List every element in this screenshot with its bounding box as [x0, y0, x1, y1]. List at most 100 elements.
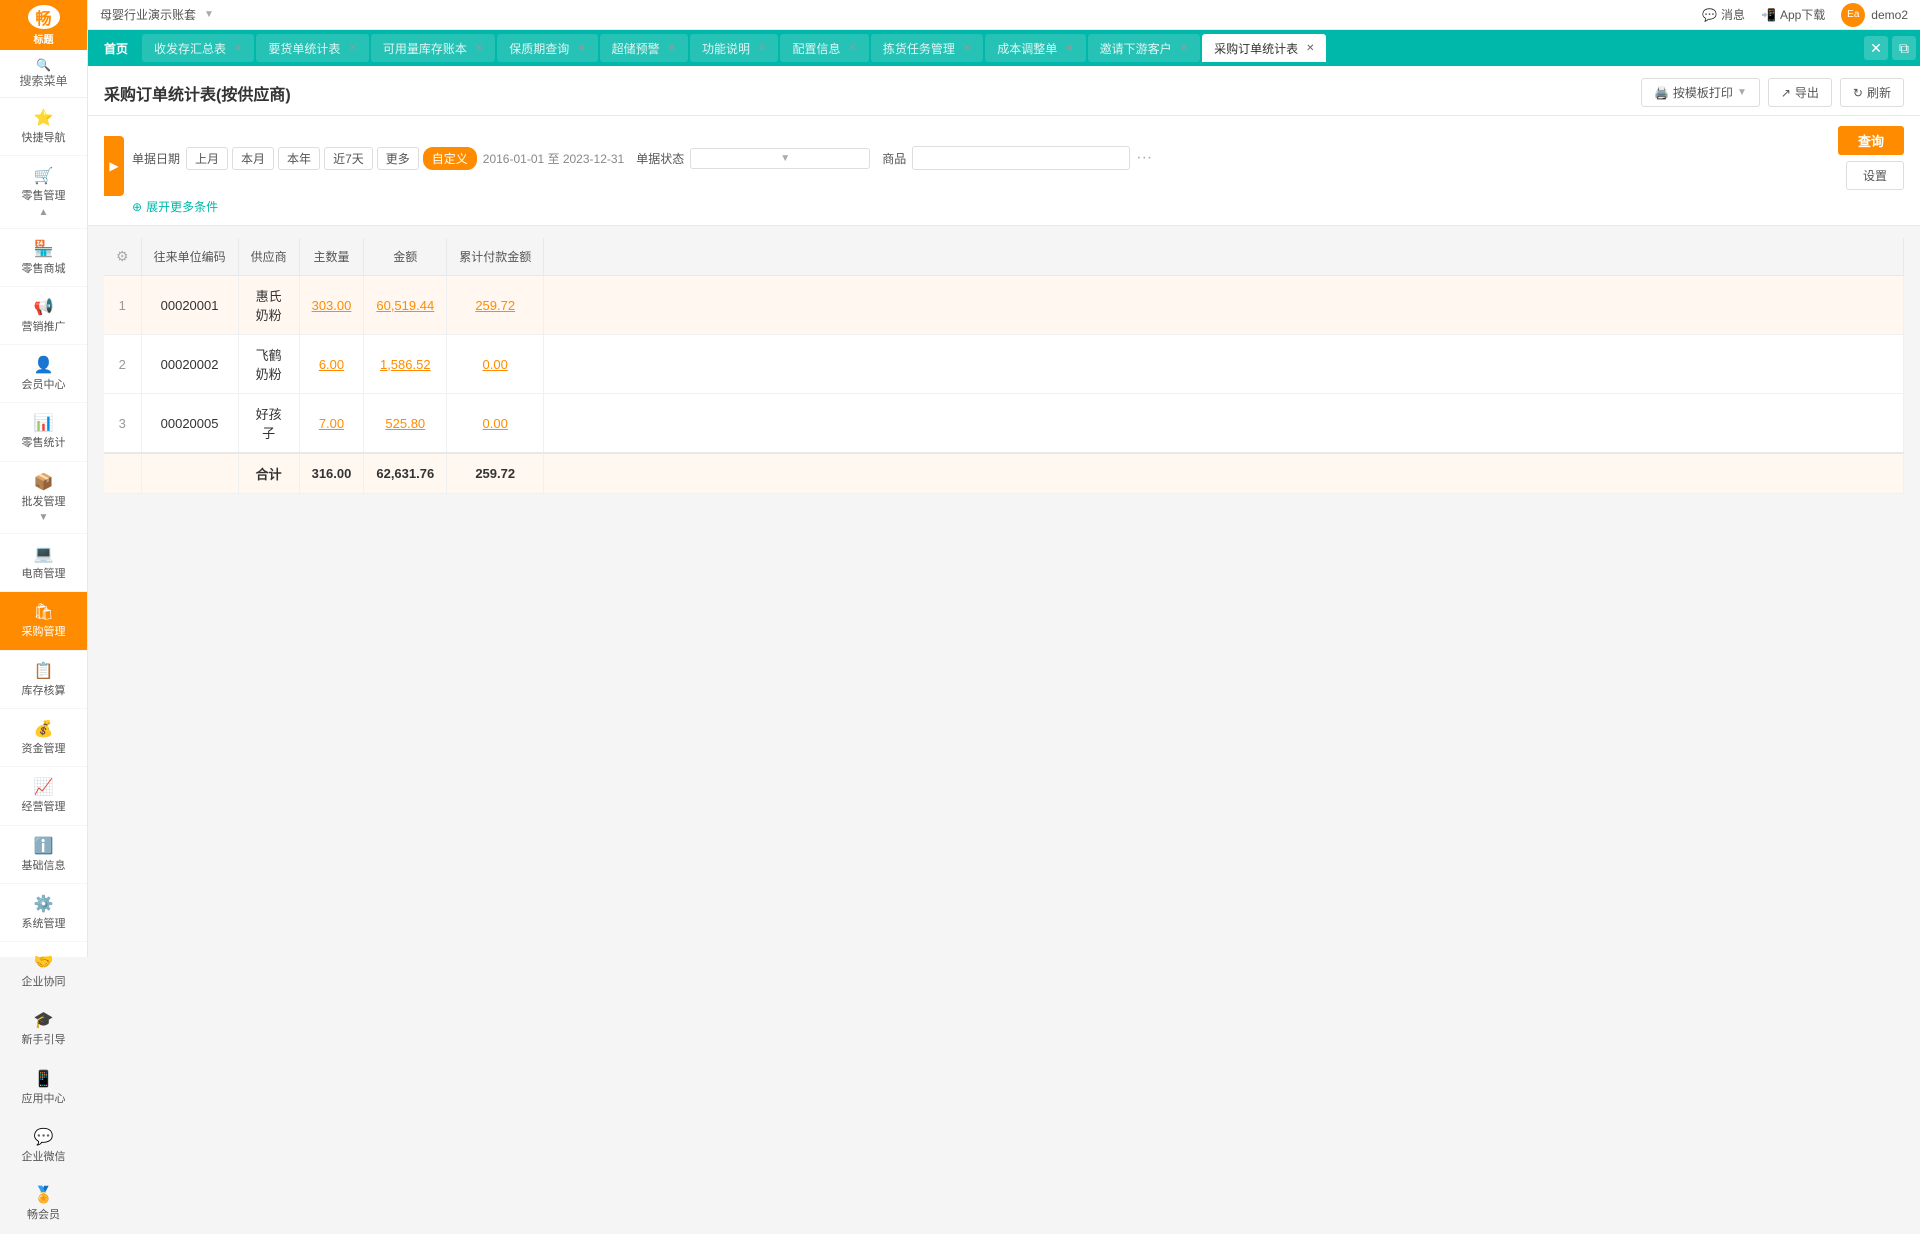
tab-label: 成本调整单 [997, 40, 1057, 57]
sidebar-item-finance-mgmt[interactable]: 💰 资金管理 [0, 709, 87, 767]
cell-supplier: 惠氏奶粉 [238, 276, 299, 335]
goods-filter: 商品 ··· [882, 146, 1152, 170]
close-icon[interactable]: ✕ [1065, 43, 1073, 54]
sidebar-item-search[interactable]: 🔍 搜索菜单 [0, 50, 87, 98]
tab-receive-summary[interactable]: 收发存汇总表 ✕ [142, 34, 254, 62]
tab-purchase-summary[interactable]: 采购订单统计表 ✕ [1202, 34, 1326, 62]
page-header: 采购订单统计表(按供应商) 🖨️ 按模板打印 ▼ ↗ 导出 ↻ 刷新 [88, 66, 1920, 116]
footer-amount: 62,631.76 [364, 453, 447, 494]
sidebar-item-wholesale-mgmt[interactable]: 📦 批发管理 ▼ [0, 462, 87, 534]
close-icon[interactable]: ✕ [963, 43, 971, 54]
tab-function-desc[interactable]: 功能说明 ✕ [690, 34, 778, 62]
close-icon[interactable]: ✕ [348, 43, 356, 54]
tab-label: 拣货任务管理 [883, 40, 955, 57]
footer-label: 合计 [238, 453, 299, 494]
top-bar-actions: 💬 消息 📲 App下载 Ea demo2 [1702, 3, 1908, 27]
sidebar-item-new-guide[interactable]: 🎓 新手引导 [0, 1000, 87, 1058]
close-icon[interactable]: ✕ [668, 43, 676, 54]
tab-expiry-query[interactable]: 保质期查询 ✕ [497, 34, 597, 62]
tab-home[interactable]: 首页 [92, 34, 140, 62]
export-button[interactable]: ↗ 导出 [1768, 78, 1832, 107]
tab-order-summary[interactable]: 要货单统计表 ✕ [256, 34, 368, 62]
print-button[interactable]: 🖨️ 按模板打印 ▼ [1641, 78, 1760, 107]
goods-input[interactable] [921, 151, 1121, 165]
cell-quantity[interactable]: 6.00 [299, 335, 364, 394]
tab-overstock-warning[interactable]: 超储预警 ✕ [600, 34, 688, 62]
close-icon[interactable]: ✕ [1306, 43, 1314, 54]
cell-paid[interactable]: 259.72 [447, 276, 544, 335]
sidebar-item-system-mgmt[interactable]: ⚙️ 系统管理 [0, 884, 87, 942]
cell-amount[interactable]: 1,586.52 [364, 335, 447, 394]
date-shortcut-custom[interactable]: 自定义 [423, 147, 477, 170]
tab-cost-adjust[interactable]: 成本调整单 ✕ [985, 34, 1085, 62]
settings-button[interactable]: 设置 [1846, 161, 1904, 190]
sidebar-item-retail-store[interactable]: 🏪 零售商城 [0, 229, 87, 287]
collapse-filter-btn[interactable]: ▶ [104, 136, 124, 196]
sidebar-item-inventory-check[interactable]: 📋 库存核算 [0, 651, 87, 709]
workspace-selector[interactable]: 母婴行业演示账套 ▼ [100, 6, 214, 23]
sidebar-item-member-center[interactable]: 👤 会员中心 [0, 345, 87, 403]
action-buttons: 查询 设置 [1838, 126, 1904, 190]
table-row: 1 00020001 惠氏奶粉 303.00 60,519.44 259.72 [104, 276, 1904, 335]
settings-icon[interactable]: ⚙ [116, 248, 129, 264]
footer-quantity: 316.00 [299, 453, 364, 494]
tab-pickup-task[interactable]: 拣货任务管理 ✕ [871, 34, 983, 62]
expand-more-conditions-btn[interactable]: ⊕ 展开更多条件 [132, 198, 1904, 215]
cell-amount[interactable]: 60,519.44 [364, 276, 447, 335]
close-icon[interactable]: ✕ [234, 43, 242, 54]
close-icon[interactable]: ✕ [577, 43, 585, 54]
cell-amount[interactable]: 525.80 [364, 394, 447, 454]
date-shortcut-more[interactable]: 更多 [377, 147, 419, 170]
tab-config-info[interactable]: 配置信息 ✕ [780, 34, 868, 62]
sidebar-item-enterprise-collab[interactable]: 🤝 企业协同 [0, 942, 87, 1000]
filter-area: ▶ 单据日期 上月 本月 本年 近7天 更多 自定义 [88, 116, 1920, 226]
tab-inventory-ledger[interactable]: 可用量库存账本 ✕ [371, 34, 495, 62]
sidebar-item-purchase-mgmt[interactable]: 🛍 采购管理 [0, 592, 87, 650]
search-button[interactable]: 查询 [1838, 126, 1904, 155]
close-icon[interactable]: ✕ [848, 43, 856, 54]
date-shortcut-last-month[interactable]: 上月 [186, 147, 228, 170]
cell-quantity[interactable]: 7.00 [299, 394, 364, 454]
cell-quantity[interactable]: 303.00 [299, 276, 364, 335]
cell-paid[interactable]: 0.00 [447, 335, 544, 394]
tab-invite-downstream[interactable]: 邀请下游客户 ✕ [1088, 34, 1200, 62]
date-shortcut-7days[interactable]: 近7天 [324, 147, 373, 170]
sidebar-item-retail-mgmt[interactable]: 🛒 零售管理 ▲ [0, 156, 87, 228]
printer-icon: 🖨️ [1654, 86, 1669, 100]
user-info[interactable]: Ea demo2 [1841, 3, 1908, 27]
sidebar-item-app-center[interactable]: 📱 应用中心 [0, 1059, 87, 1117]
close-icon[interactable]: ✕ [1180, 43, 1188, 54]
more-options-btn[interactable]: ··· [1136, 149, 1152, 167]
sidebar-item-operation-mgmt[interactable]: 📈 经营管理 [0, 767, 87, 825]
sidebar-item-enterprise-wechat[interactable]: 💬 企业微信 [0, 1117, 87, 1175]
goods-input-wrapper [912, 146, 1130, 170]
date-range-display: 2016-01-01 至 2023-12-31 [483, 150, 624, 167]
cell-code: 00020002 [141, 335, 238, 394]
close-icon[interactable]: ✕ [475, 43, 483, 54]
sidebar-item-member[interactable]: 🏅 畅会员 [0, 1175, 87, 1233]
col-amount-header: 金额 [364, 238, 447, 276]
message-btn[interactable]: 💬 消息 [1702, 6, 1745, 23]
sidebar-item-ecommerce-mgmt[interactable]: 💻 电商管理 [0, 534, 87, 592]
cell-paid[interactable]: 0.00 [447, 394, 544, 454]
page-title: 采购订单统计表(按供应商) [104, 81, 291, 105]
tab-window-btn[interactable]: ⧉ [1892, 36, 1916, 60]
status-select[interactable]: ▼ [690, 148, 870, 169]
sidebar-item-quick-nav[interactable]: ⭐ 快捷导航 [0, 98, 87, 156]
date-shortcut-this-year[interactable]: 本年 [278, 147, 320, 170]
star-icon: ⭐ [34, 108, 54, 128]
avatar: Ea [1841, 3, 1865, 27]
tab-label: 要货单统计表 [268, 40, 340, 57]
medal-icon: 🏅 [34, 1185, 54, 1205]
sidebar-item-retail-stats[interactable]: 📊 零售统计 [0, 403, 87, 461]
close-icon[interactable]: ✕ [758, 43, 766, 54]
tab-label: 功能说明 [702, 40, 750, 57]
sidebar-item-marketing[interactable]: 📢 营销推广 [0, 287, 87, 345]
refresh-button[interactable]: ↻ 刷新 [1840, 78, 1904, 107]
graduation-icon: 🎓 [34, 1010, 54, 1030]
sidebar-item-basic-info[interactable]: ℹ️ 基础信息 [0, 826, 87, 884]
tab-close-all-btn[interactable]: ✕ [1864, 36, 1888, 60]
app-download-btn[interactable]: 📲 App下载 [1761, 6, 1825, 23]
date-shortcut-this-month[interactable]: 本月 [232, 147, 274, 170]
logo-label: 标题 [34, 31, 54, 46]
